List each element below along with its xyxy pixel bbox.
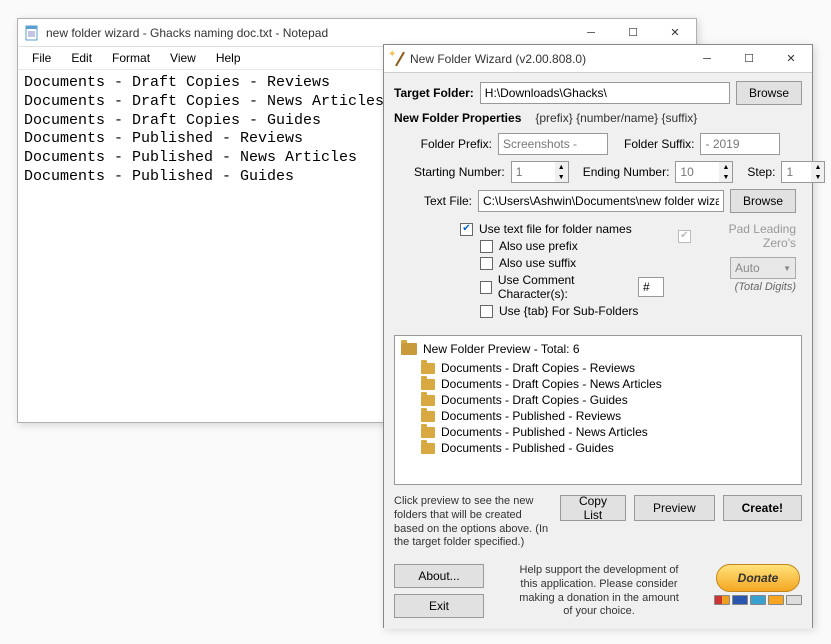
- donate-help-text: Help support the development of this app…: [514, 564, 684, 619]
- copy-list-button[interactable]: Copy List: [560, 495, 626, 521]
- ending-number-spinner[interactable]: ▲▼: [675, 161, 733, 183]
- menu-view[interactable]: View: [160, 49, 206, 67]
- discover-icon: [768, 595, 784, 605]
- payment-cards: [714, 595, 802, 605]
- wand-icon: [390, 52, 404, 66]
- maximize-button[interactable]: ☐: [728, 45, 770, 72]
- use-textfile-checkbox[interactable]: Use text file for folder names: [460, 222, 664, 236]
- pad-zeros-checkbox: Pad Leading Zero's: [678, 222, 796, 250]
- mastercard-icon: [714, 595, 730, 605]
- minimize-button[interactable]: ─: [686, 45, 728, 72]
- prefix-label: Folder Prefix:: [414, 137, 492, 151]
- preview-tree[interactable]: New Folder Preview - Total: 6 Documents …: [394, 335, 802, 485]
- properties-header: New Folder Properties: [394, 111, 521, 125]
- text-file-label: Text File:: [414, 194, 472, 208]
- notepad-title: new folder wizard - Ghacks naming doc.tx…: [46, 26, 570, 40]
- also-prefix-checkbox[interactable]: Also use prefix: [480, 239, 664, 253]
- also-suffix-checkbox[interactable]: Also use suffix: [480, 256, 664, 270]
- menu-format[interactable]: Format: [102, 49, 160, 67]
- checkbox-icon: [480, 281, 492, 294]
- browse-textfile-button[interactable]: Browse: [730, 189, 796, 213]
- preview-item[interactable]: Documents - Draft Copies - Reviews: [421, 360, 797, 376]
- wizard-body: Target Folder: Browse New Folder Propert…: [384, 73, 812, 629]
- starting-number-spinner[interactable]: ▲▼: [511, 161, 569, 183]
- folder-icon: [421, 427, 435, 438]
- chevron-down-icon: ▼: [783, 264, 791, 273]
- minimize-button[interactable]: ─: [570, 19, 612, 46]
- preview-button[interactable]: Preview: [634, 495, 715, 521]
- checkbox-icon: [678, 230, 691, 243]
- notepad-icon: [24, 25, 40, 41]
- close-button[interactable]: ✕: [770, 45, 812, 72]
- folder-icon: [421, 411, 435, 422]
- prefix-input: [498, 133, 608, 155]
- preview-hint: Click preview to see the new folders tha…: [394, 495, 552, 550]
- ending-number-label: Ending Number:: [583, 165, 670, 179]
- target-folder-label: Target Folder:: [394, 86, 474, 100]
- visa-icon: [732, 595, 748, 605]
- donate-button[interactable]: Donate: [716, 564, 800, 592]
- bank-icon: [786, 595, 802, 605]
- maximize-button[interactable]: ☐: [612, 19, 654, 46]
- folder-icon: [421, 395, 435, 406]
- checkbox-icon: [480, 305, 493, 318]
- wizard-title: New Folder Wizard (v2.00.808.0): [410, 52, 686, 66]
- browse-target-button[interactable]: Browse: [736, 81, 802, 105]
- pattern-hint: {prefix} {number/name} {suffix}: [535, 111, 697, 125]
- folder-icon: [421, 379, 435, 390]
- menu-file[interactable]: File: [22, 49, 61, 67]
- about-button[interactable]: About...: [394, 564, 484, 588]
- wizard-window: New Folder Wizard (v2.00.808.0) ─ ☐ ✕ Ta…: [383, 44, 813, 628]
- auto-digits-combo: Auto ▼: [730, 257, 796, 279]
- preview-header: New Folder Preview - Total: 6: [423, 342, 580, 356]
- menu-help[interactable]: Help: [206, 49, 251, 67]
- folder-icon: [421, 363, 435, 374]
- preview-item[interactable]: Documents - Published - News Articles: [421, 424, 797, 440]
- preview-item[interactable]: Documents - Published - Guides: [421, 440, 797, 456]
- starting-number-label: Starting Number:: [414, 165, 505, 179]
- checkbox-icon: [460, 223, 473, 236]
- checkbox-icon: [480, 240, 493, 253]
- comment-char-input[interactable]: [638, 277, 664, 297]
- step-label: Step:: [747, 165, 775, 179]
- close-button[interactable]: ✕: [654, 19, 696, 46]
- checkbox-icon: [480, 257, 493, 270]
- step-spinner[interactable]: ▲▼: [781, 161, 825, 183]
- notepad-titlebar: new folder wizard - Ghacks naming doc.tx…: [18, 19, 696, 47]
- comment-char-checkbox[interactable]: Use Comment Character(s):: [480, 273, 664, 301]
- folder-icon: [421, 443, 435, 454]
- preview-item[interactable]: Documents - Draft Copies - News Articles: [421, 376, 797, 392]
- menu-edit[interactable]: Edit: [61, 49, 102, 67]
- text-file-input[interactable]: [478, 190, 724, 212]
- create-button[interactable]: Create!: [723, 495, 802, 521]
- suffix-label: Folder Suffix:: [624, 137, 694, 151]
- suffix-input: [700, 133, 780, 155]
- exit-button[interactable]: Exit: [394, 594, 484, 618]
- amex-icon: [750, 595, 766, 605]
- wizard-titlebar: New Folder Wizard (v2.00.808.0) ─ ☐ ✕: [384, 45, 812, 73]
- total-digits-label: (Total Digits): [678, 281, 796, 293]
- folder-icon: [401, 343, 417, 355]
- preview-item[interactable]: Documents - Draft Copies - Guides: [421, 392, 797, 408]
- tab-subfolders-checkbox[interactable]: Use {tab} For Sub-Folders: [480, 304, 664, 318]
- preview-item[interactable]: Documents - Published - Reviews: [421, 408, 797, 424]
- target-folder-input[interactable]: [480, 82, 730, 104]
